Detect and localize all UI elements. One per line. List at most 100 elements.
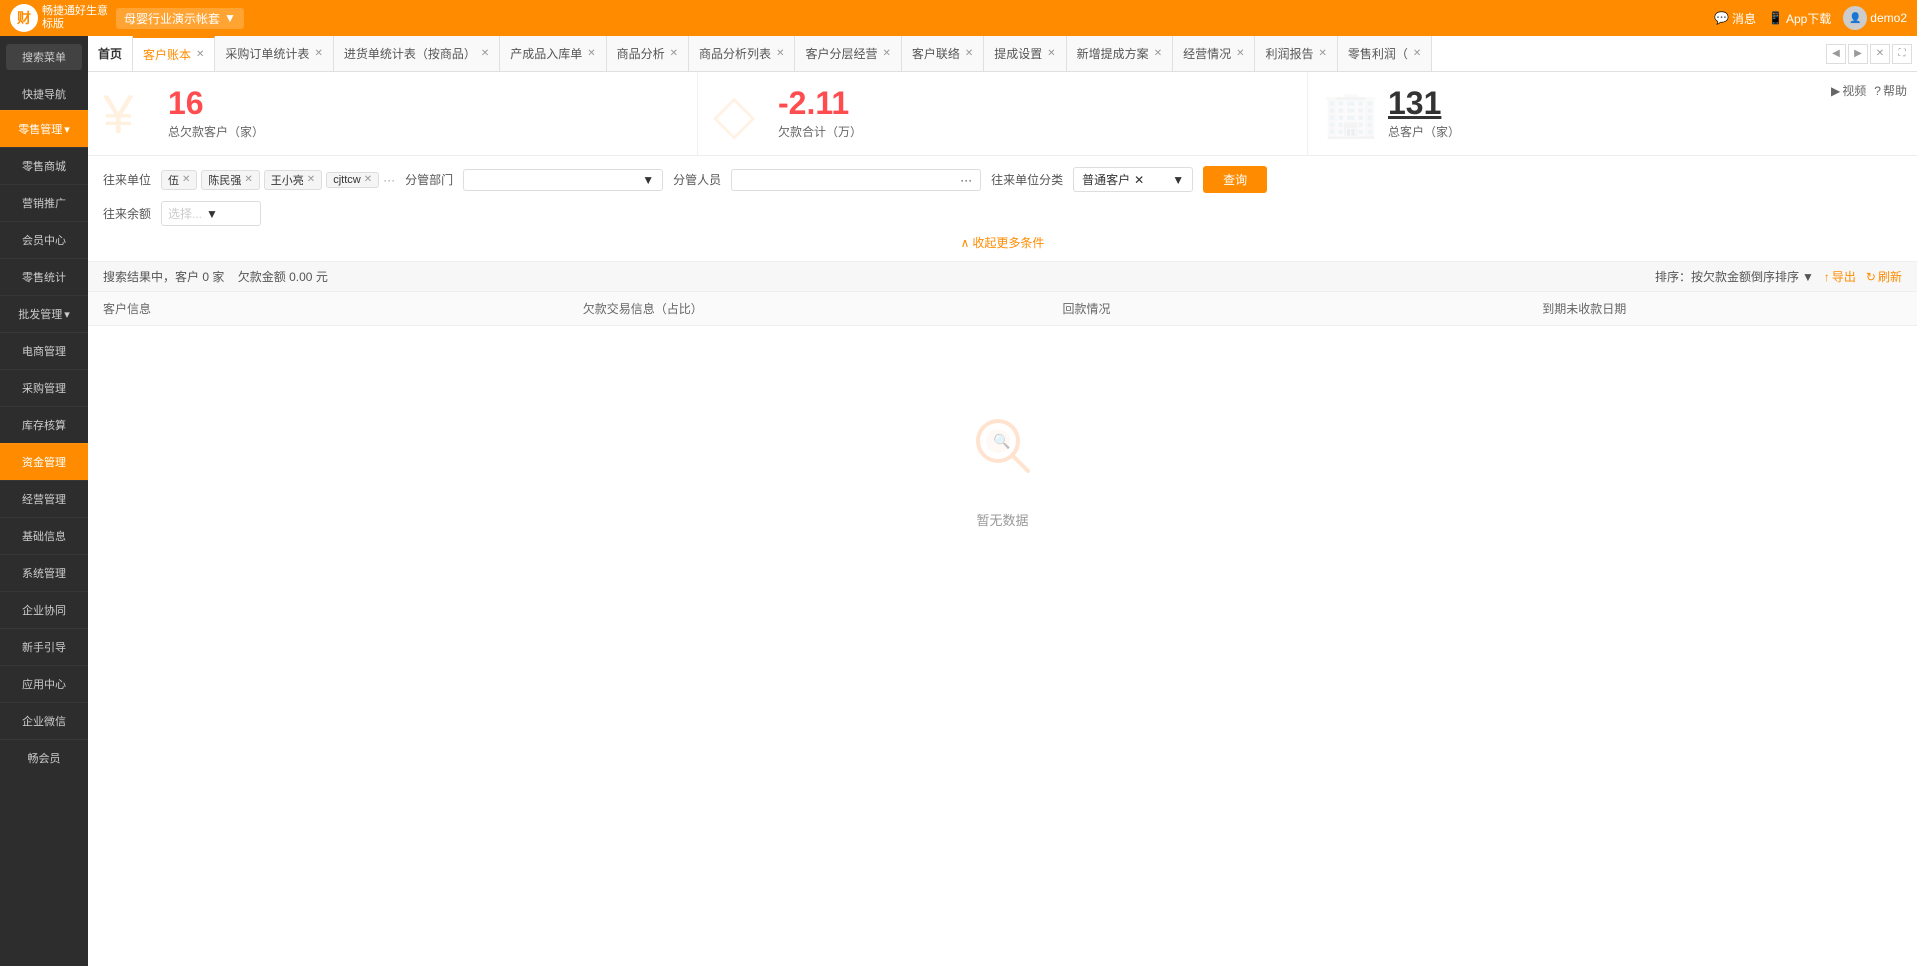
sort-arrow-icon: ▼: [1802, 270, 1814, 284]
help-button[interactable]: ? 帮助: [1874, 82, 1907, 99]
sidebar-item-retail-stats[interactable]: 零售统计: [0, 258, 88, 295]
close-tab-retail-profit[interactable]: ✕: [1413, 48, 1421, 59]
sidebar-item-fund-mgmt[interactable]: 资金管理: [0, 443, 88, 480]
export-icon: ↑: [1824, 270, 1830, 284]
stat-bg-icon-building: 🏢: [1323, 87, 1379, 140]
sidebar-item-ecommerce[interactable]: 电商管理: [0, 332, 88, 369]
balance-select[interactable]: 选择... ▼: [161, 201, 261, 226]
svg-text:🔍: 🔍: [993, 432, 1010, 450]
tag-wu-close[interactable]: ✕: [182, 174, 190, 185]
sidebar-item-basic-info[interactable]: 基础信息: [0, 517, 88, 554]
close-tab-customer-book[interactable]: ✕: [196, 49, 204, 60]
close-tab-add-raise[interactable]: ✕: [1154, 48, 1162, 59]
close-tab-customer-contact[interactable]: ✕: [965, 48, 973, 59]
tab-add-raise[interactable]: 新增提成方案 ✕: [1067, 36, 1173, 72]
message-icon: 💬: [1714, 11, 1729, 25]
tab-customer-book[interactable]: 客户账本 ✕: [133, 36, 215, 72]
avatar: 👤: [1843, 6, 1867, 30]
collapse-button[interactable]: ∧ 收起更多条件: [961, 234, 1045, 251]
close-tab-product-analysis[interactable]: ✕: [670, 48, 678, 59]
tag-more-btn[interactable]: ···: [383, 173, 395, 187]
unit-category-close[interactable]: ✕: [1134, 173, 1144, 187]
close-tab-profit-report[interactable]: ✕: [1319, 48, 1327, 59]
refresh-button[interactable]: ↻ 刷新: [1866, 268, 1902, 285]
search-menu-button[interactable]: 搜索菜单: [6, 44, 82, 70]
col-header-debt: 欠款交易信息（占比）: [583, 300, 1063, 317]
video-help-button[interactable]: ▶ 视频: [1831, 82, 1866, 99]
user-menu[interactable]: 👤 demo2: [1843, 6, 1907, 30]
stat-total-clients: 🏢 131 总客户（家）: [1308, 72, 1917, 155]
tab-raise-setting[interactable]: 提成设置 ✕: [984, 36, 1066, 72]
tab-scroll-right[interactable]: ▶: [1848, 44, 1868, 64]
tab-nav-buttons: ◀ ▶ ✕ ⛶: [1826, 44, 1917, 64]
dept-dropdown[interactable]: ▼: [463, 169, 663, 191]
stat-bg-icon-diamond: ◇: [713, 82, 755, 146]
sidebar-item-retail-mall[interactable]: 零售商城: [0, 147, 88, 184]
sidebar-item-member-center[interactable]: 会员中心: [0, 221, 88, 258]
close-tab-product-inbound[interactable]: ✕: [587, 48, 595, 59]
app-download-button[interactable]: 📱 App下载: [1768, 10, 1831, 27]
sidebar: 搜索菜单 快捷导航 零售管理 ▾ 零售商城 营销推广 会员中心 零售统计 批发管…: [0, 36, 88, 966]
sidebar-item-wholesale-mgmt[interactable]: 批发管理 ▾: [0, 295, 88, 332]
tab-product-analysis[interactable]: 商品分析 ✕: [607, 36, 689, 72]
main-content: ¥ 16 总欠款客户（家） ◇ -2.11 欠款合计（万）: [88, 72, 1917, 966]
tab-scroll-left[interactable]: ◀: [1826, 44, 1846, 64]
tag-wang-close[interactable]: ✕: [307, 174, 315, 185]
dropdown-arrow: ▼: [642, 173, 654, 187]
person-dropdown-dots: ···: [960, 173, 972, 187]
sidebar-item-inventory[interactable]: 库存核算: [0, 406, 88, 443]
close-tab-raise-setting[interactable]: ✕: [1047, 48, 1055, 59]
sidebar-item-purchase[interactable]: 采购管理: [0, 369, 88, 406]
sidebar-item-operation[interactable]: 经营管理: [0, 480, 88, 517]
sidebar-item-vip-member[interactable]: 畅会员: [0, 739, 88, 776]
tab-operation-status[interactable]: 经营情况 ✕: [1173, 36, 1255, 72]
stat-total-customers: ¥ 16 总欠款客户（家）: [88, 72, 698, 155]
question-icon: ?: [1874, 84, 1881, 98]
tab-purchase-order[interactable]: 采购订单统计表 ✕: [215, 36, 333, 72]
tab-home[interactable]: 首页: [88, 36, 133, 72]
logo-icon: 财: [10, 4, 38, 32]
stats-area: ¥ 16 总欠款客户（家） ◇ -2.11 欠款合计（万）: [88, 72, 1917, 156]
unit-category-label: 往来单位分类: [991, 171, 1063, 188]
tab-product-inbound[interactable]: 产成品入库单 ✕: [500, 36, 606, 72]
sidebar-item-enterprise-collab[interactable]: 企业协同: [0, 591, 88, 628]
close-tab-purchase-stats[interactable]: ✕: [481, 48, 489, 59]
sort-button[interactable]: 排序：按欠款金额倒序排序 ▼: [1655, 268, 1814, 285]
col-header-repayment: 回款情况: [1062, 300, 1542, 317]
tag-chen-close[interactable]: ✕: [244, 174, 252, 185]
close-tab-purchase-order[interactable]: ✕: [314, 48, 322, 59]
tab-bar: 首页 客户账本 ✕ 采购订单统计表 ✕ 进货单统计表（按商品） ✕ 产成品入库单…: [88, 36, 1917, 72]
tab-maximize[interactable]: ⛶: [1892, 44, 1912, 64]
close-tab-operation-status[interactable]: ✕: [1236, 48, 1244, 59]
tab-profit-report[interactable]: 利润报告 ✕: [1255, 36, 1337, 72]
table-header: 客户信息 欠款交易信息（占比） 回款情况 到期未收款日期: [88, 292, 1917, 326]
sidebar-item-marketing[interactable]: 营销推广: [0, 184, 88, 221]
unit-category-dropdown[interactable]: 普通客户 ✕ ▼: [1073, 167, 1193, 192]
tab-product-analysis-list[interactable]: 商品分析列表 ✕: [689, 36, 795, 72]
sidebar-item-enterprise-wechat[interactable]: 企业微信: [0, 702, 88, 739]
unit-filter-label: 往来单位: [103, 171, 151, 188]
filter-area: 往来单位 伍 ✕ 陈民强 ✕ 王小亮: [88, 156, 1917, 262]
sidebar-item-app-center[interactable]: 应用中心: [0, 665, 88, 702]
content-area: 首页 客户账本 ✕ 采购订单统计表 ✕ 进货单统计表（按商品） ✕ 产成品入库单…: [88, 36, 1917, 966]
org-selector[interactable]: 母婴行业演示帐套 ▼: [116, 8, 244, 29]
sidebar-item-system[interactable]: 系统管理: [0, 554, 88, 591]
quick-nav-button[interactable]: 快捷导航: [0, 78, 88, 110]
tab-close-all[interactable]: ✕: [1870, 44, 1890, 64]
close-tab-customer-segment[interactable]: ✕: [882, 48, 890, 59]
sidebar-item-new-user[interactable]: 新手引导: [0, 628, 88, 665]
person-dropdown[interactable]: ···: [731, 169, 981, 191]
tab-retail-profit[interactable]: 零售利润（ ✕: [1338, 36, 1432, 72]
export-button[interactable]: ↑ 导出: [1824, 268, 1856, 285]
query-button[interactable]: 查询: [1203, 166, 1267, 193]
message-button[interactable]: 💬 消息: [1714, 10, 1756, 27]
tag-cjttcw-close[interactable]: ✕: [364, 174, 372, 185]
tab-purchase-stats[interactable]: 进货单统计表（按商品） ✕: [334, 36, 500, 72]
help-buttons: ▶ 视频 ? 帮助: [1831, 82, 1907, 99]
sidebar-item-retail-mgmt[interactable]: 零售管理 ▾: [0, 110, 88, 147]
close-tab-product-analysis-list[interactable]: ✕: [776, 48, 784, 59]
chevron-icon: ▾: [64, 123, 70, 136]
play-icon: ▶: [1831, 84, 1840, 98]
tab-customer-segment[interactable]: 客户分层经营 ✕: [795, 36, 901, 72]
tab-customer-contact[interactable]: 客户联络 ✕: [902, 36, 984, 72]
